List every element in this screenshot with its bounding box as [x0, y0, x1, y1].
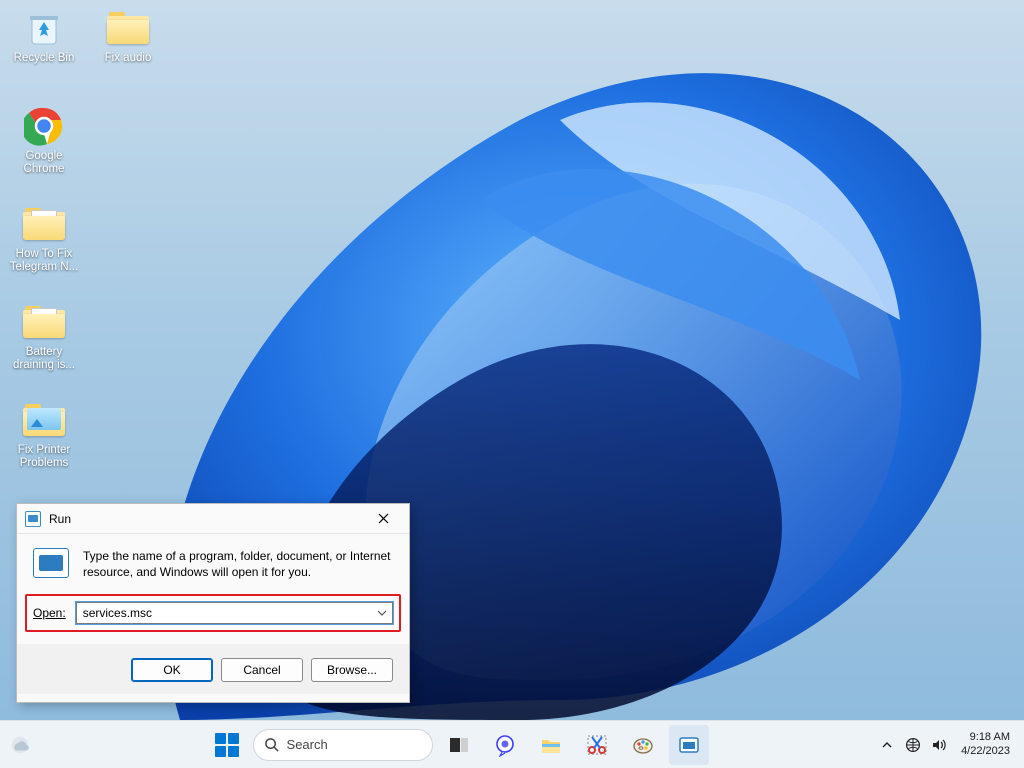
folder-icon: [106, 6, 150, 50]
desktop-icon-label: Google Chrome: [7, 150, 81, 176]
taskbar-chat[interactable]: [485, 725, 525, 765]
chevron-up-icon: [881, 739, 893, 751]
folder-icon: [22, 398, 66, 442]
weather-icon: [9, 734, 31, 756]
desktop-icon-google-chrome[interactable]: Google Chrome: [6, 104, 82, 200]
folder-icon: [22, 300, 66, 344]
desktop-icons-grid: Recycle Bin Fix audio Google Chrome How …: [6, 6, 166, 494]
desktop-icon-battery-draining[interactable]: Battery draining is...: [6, 300, 82, 396]
run-app-icon: [25, 511, 41, 527]
close-icon: [378, 513, 389, 524]
desktop-icon-fix-printer[interactable]: Fix Printer Problems: [6, 398, 82, 494]
close-button[interactable]: [363, 505, 403, 533]
chat-icon: [493, 733, 517, 757]
recycle-bin-icon: [22, 6, 66, 50]
desktop-icon-label: How To Fix Telegram N...: [7, 248, 81, 274]
run-button-row: OK Cancel Browse...: [17, 644, 409, 694]
chrome-icon: [22, 104, 66, 148]
taskbar: Search: [0, 720, 1024, 768]
tray-overflow[interactable]: [879, 737, 895, 753]
taskbar-file-explorer[interactable]: [531, 725, 571, 765]
run-dialog-icon: [33, 548, 69, 578]
desktop-icon-label: Recycle Bin: [14, 52, 75, 65]
desktop-icon-telegram-fix[interactable]: How To Fix Telegram N...: [6, 202, 82, 298]
taskbar-tray: 9:18 AM 4/22/2023: [875, 731, 1024, 757]
desktop-icon-label: Battery draining is...: [7, 346, 81, 372]
taskbar-weather[interactable]: [0, 734, 40, 756]
chevron-down-icon[interactable]: [375, 606, 389, 620]
taskbar-center: Search: [40, 725, 875, 765]
windows-logo-icon: [215, 733, 239, 757]
desktop-icon-fix-audio[interactable]: Fix audio: [90, 6, 166, 102]
taskbar-paint[interactable]: [623, 725, 663, 765]
file-explorer-icon: [539, 733, 563, 757]
taskbar-task-view[interactable]: [439, 725, 479, 765]
start-button[interactable]: [207, 725, 247, 765]
search-placeholder: Search: [287, 737, 328, 752]
desktop-icon-label: Fix audio: [105, 52, 152, 65]
run-titlebar[interactable]: Run: [17, 504, 409, 534]
taskbar-snipping-tool[interactable]: [577, 725, 617, 765]
desktop-icon-recycle-bin[interactable]: Recycle Bin: [6, 6, 82, 102]
clock-time: 9:18 AM: [961, 731, 1010, 744]
folder-icon: [22, 202, 66, 246]
ok-button[interactable]: OK: [131, 658, 213, 682]
tray-volume[interactable]: [931, 737, 947, 753]
desktop-icon-label: Fix Printer Problems: [7, 444, 81, 470]
taskbar-clock[interactable]: 9:18 AM 4/22/2023: [957, 731, 1014, 757]
open-input[interactable]: [76, 602, 393, 624]
taskbar-search[interactable]: Search: [253, 729, 433, 761]
run-icon: [677, 733, 701, 757]
run-open-row: Open:: [25, 594, 401, 632]
tray-network[interactable]: [905, 737, 921, 753]
cancel-button[interactable]: Cancel: [221, 658, 303, 682]
open-label: Open:: [33, 606, 66, 620]
taskbar-run[interactable]: [669, 725, 709, 765]
open-combobox[interactable]: [76, 602, 393, 624]
run-description: Type the name of a program, folder, docu…: [83, 548, 393, 580]
browse-button[interactable]: Browse...: [311, 658, 393, 682]
run-body: Type the name of a program, folder, docu…: [17, 534, 409, 588]
search-icon: [264, 737, 279, 752]
volume-icon: [931, 737, 947, 753]
network-icon: [905, 737, 921, 753]
task-view-icon: [447, 733, 471, 757]
paint-icon: [631, 733, 655, 757]
run-title: Run: [49, 512, 363, 526]
snipping-tool-icon: [585, 733, 609, 757]
clock-date: 4/22/2023: [961, 745, 1010, 758]
run-dialog: Run Type the name of a program, folder, …: [16, 503, 410, 703]
